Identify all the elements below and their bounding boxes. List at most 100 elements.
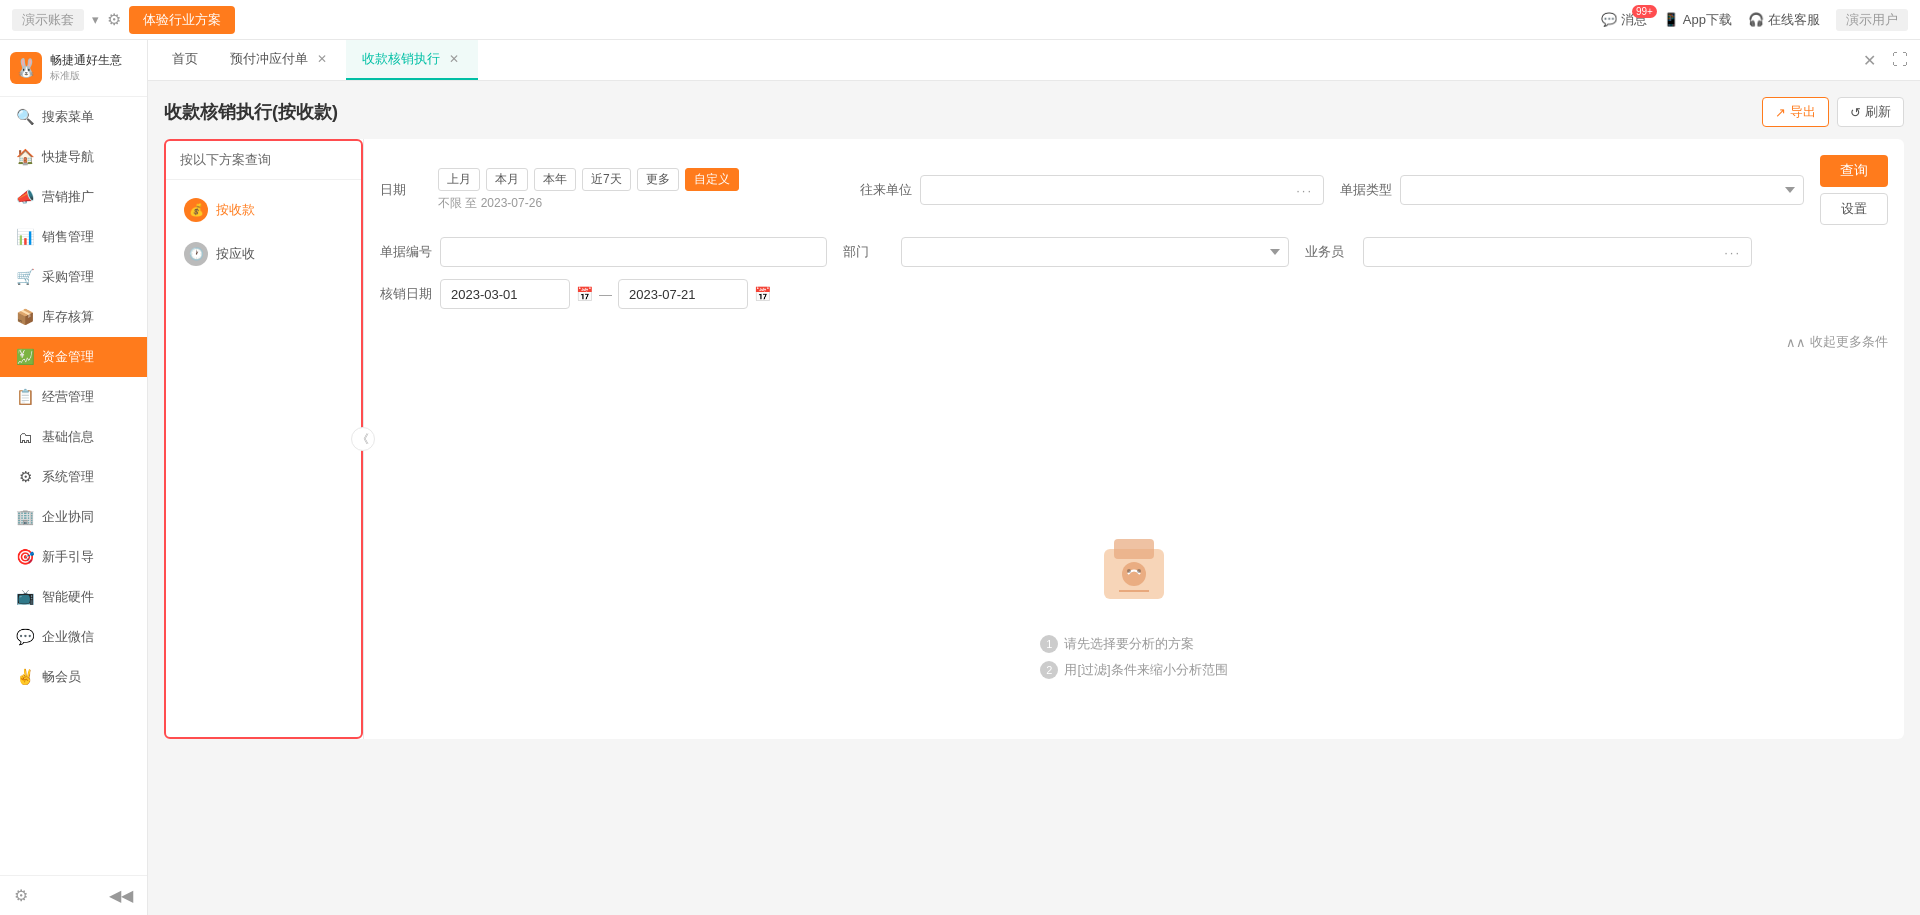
- collapse-icon: ∧∧: [1786, 335, 1806, 350]
- tab-bar: 首页 预付冲应付单 ✕ 收款核销执行 ✕ ✕ ⛶: [148, 40, 1920, 81]
- sidebar-label-shortcut: 快捷导航: [42, 148, 94, 166]
- page-title-bar: 收款核销执行(按收款) ↗ 导出 ↺ 刷新: [164, 97, 1904, 127]
- filter-option-receivable[interactable]: 🕐 按应收: [164, 232, 363, 276]
- dept-select[interactable]: [901, 237, 1290, 267]
- tab-home[interactable]: 首页: [156, 40, 214, 80]
- sidebar-item-marketing[interactable]: 📣 营销推广: [0, 177, 147, 217]
- date-opt-thisyear[interactable]: 本年: [534, 168, 576, 191]
- marketing-icon: 📣: [16, 188, 34, 206]
- sidebar-item-enterprise[interactable]: 🏢 企业协同: [0, 497, 147, 537]
- sidebar-item-system[interactable]: ⚙ 系统管理: [0, 457, 147, 497]
- svg-point-4: [1137, 569, 1141, 573]
- sidebar-settings-icon[interactable]: ⚙: [14, 886, 28, 905]
- partner-label: 往来单位: [860, 181, 912, 199]
- sidebar-item-inventory[interactable]: 📦 库存核算: [0, 297, 147, 337]
- docno-label: 单据编号: [380, 243, 432, 261]
- inventory-icon: 📦: [16, 308, 34, 326]
- message-btn[interactable]: 💬 消息 99+: [1601, 11, 1647, 29]
- sidebar-item-basic[interactable]: 🗂 基础信息: [0, 417, 147, 457]
- dept-label: 部门: [843, 243, 893, 261]
- verify-date-range: 📅 — 📅: [440, 279, 1888, 309]
- msg-badge: 99+: [1632, 5, 1657, 18]
- refresh-label: 刷新: [1865, 103, 1891, 121]
- empty-hint-2-text: 用[过滤]条件来缩小分析范围: [1064, 661, 1227, 679]
- verify-date-end-cal-icon[interactable]: 📅: [754, 286, 771, 302]
- tab-home-label: 首页: [172, 50, 198, 68]
- date-options: 上月 本月 本年 近7天 更多 自定义: [438, 168, 739, 191]
- filter-panel-collapse-btn[interactable]: 《: [351, 427, 375, 451]
- tab-maximize-icon[interactable]: ⛶: [1888, 47, 1912, 73]
- staff-input[interactable]: ···: [1363, 237, 1752, 267]
- settings-icon[interactable]: ⚙: [107, 10, 121, 29]
- refresh-btn[interactable]: ↺ 刷新: [1837, 97, 1904, 127]
- company-name[interactable]: 演示账套: [12, 9, 84, 31]
- empty-illustration: [1084, 519, 1184, 619]
- tab-prepay-close[interactable]: ✕: [314, 51, 330, 67]
- sidebar-item-hardware[interactable]: 📺 智能硬件: [0, 577, 147, 617]
- page-title-actions: ↗ 导出 ↺ 刷新: [1762, 97, 1904, 127]
- export-btn[interactable]: ↗ 导出: [1762, 97, 1829, 127]
- doctype-select[interactable]: [1400, 175, 1804, 205]
- user-avatar[interactable]: 演示用户: [1836, 9, 1908, 31]
- sidebar-label-member: 畅会员: [42, 668, 81, 686]
- verify-date-end-input[interactable]: [618, 279, 748, 309]
- filter-option-collection[interactable]: 💰 按收款: [164, 188, 363, 232]
- header-left: 演示账套 ▾ ⚙ 体验行业方案: [12, 6, 1601, 34]
- date-label: 日期: [380, 181, 430, 199]
- logo-subtitle: 标准版: [50, 69, 122, 83]
- sidebar-item-purchase[interactable]: 🛒 采购管理: [0, 257, 147, 297]
- tab-collection[interactable]: 收款核销执行 ✕: [346, 40, 478, 80]
- app-download-btn[interactable]: 📱 App下载: [1663, 11, 1732, 29]
- query-btn[interactable]: 查询: [1820, 155, 1888, 187]
- date-opt-lastmonth[interactable]: 上月: [438, 168, 480, 191]
- company-dropdown-icon[interactable]: ▾: [92, 12, 99, 27]
- tab-close-window-icon[interactable]: ✕: [1859, 47, 1880, 74]
- date-opt-more[interactable]: 更多: [637, 168, 679, 191]
- sidebar-item-newbie[interactable]: 🎯 新手引导: [0, 537, 147, 577]
- verify-date-field: 核销日期 📅 — 📅: [380, 279, 1888, 309]
- staff-label: 业务员: [1305, 243, 1355, 261]
- tab-prepay-label: 预付冲应付单: [230, 50, 308, 68]
- verify-date-start-input[interactable]: [440, 279, 570, 309]
- sidebar-label-wechat: 企业微信: [42, 628, 94, 646]
- sidebar-item-search[interactable]: 🔍 搜索菜单: [0, 97, 147, 137]
- collection-option-icon: 💰: [184, 198, 208, 222]
- partner-input[interactable]: ···: [920, 175, 1324, 205]
- sidebar-label-operation: 经营管理: [42, 388, 94, 406]
- wechat-icon: 💬: [16, 628, 34, 646]
- dept-field: 部门: [843, 237, 1290, 267]
- sidebar-label-hardware: 智能硬件: [42, 588, 94, 606]
- sidebar-item-member[interactable]: ✌ 畅会员: [0, 657, 147, 697]
- sidebar-item-operation[interactable]: 📋 经营管理: [0, 377, 147, 417]
- empty-text: 1 请先选择要分析的方案 2 用[过滤]条件来缩小分析范围: [1040, 635, 1227, 679]
- newbie-icon: 🎯: [16, 548, 34, 566]
- sidebar-item-sales[interactable]: 📊 销售管理: [0, 217, 147, 257]
- query-content: 日期 上月 本月 本年 近7天 更多 自定义: [364, 139, 1904, 739]
- date-opt-thismonth[interactable]: 本月: [486, 168, 528, 191]
- sidebar-label-marketing: 营销推广: [42, 188, 94, 206]
- sidebar-label-inventory: 库存核算: [42, 308, 94, 326]
- docno-input[interactable]: [440, 237, 827, 267]
- online-service-btn[interactable]: 🎧 在线客服: [1748, 11, 1820, 29]
- sidebar-collapse-icon[interactable]: ◀◀: [109, 886, 133, 905]
- system-icon: ⚙: [16, 468, 34, 486]
- refresh-icon: ↺: [1850, 105, 1861, 120]
- sidebar-item-shortcut[interactable]: 🏠 快捷导航: [0, 137, 147, 177]
- verify-date-start-cal-icon[interactable]: 📅: [576, 286, 593, 302]
- verify-date-separator: —: [599, 287, 612, 302]
- app-logo-icon: 🐰: [10, 52, 42, 84]
- page-content: 收款核销执行(按收款) ↗ 导出 ↺ 刷新 按以下方案查: [148, 81, 1920, 915]
- collapse-more-btn[interactable]: ∧∧ 收起更多条件: [380, 325, 1888, 359]
- tab-collection-close[interactable]: ✕: [446, 51, 462, 67]
- sidebar-item-finance[interactable]: 💹 资金管理: [0, 337, 147, 377]
- logo-title: 畅捷通好生意: [50, 53, 122, 69]
- form-actions: 查询 设置: [1820, 155, 1888, 225]
- sidebar-item-wechat[interactable]: 💬 企业微信: [0, 617, 147, 657]
- date-opt-7days[interactable]: 近7天: [582, 168, 631, 191]
- finance-icon: 💹: [16, 348, 34, 366]
- industry-btn[interactable]: 体验行业方案: [129, 6, 235, 34]
- date-opt-custom[interactable]: 自定义: [685, 168, 739, 191]
- date-field: 日期 上月 本月 本年 近7天 更多 自定义: [380, 168, 844, 212]
- query-settings-btn[interactable]: 设置: [1820, 193, 1888, 225]
- tab-prepay[interactable]: 预付冲应付单 ✕: [214, 40, 346, 80]
